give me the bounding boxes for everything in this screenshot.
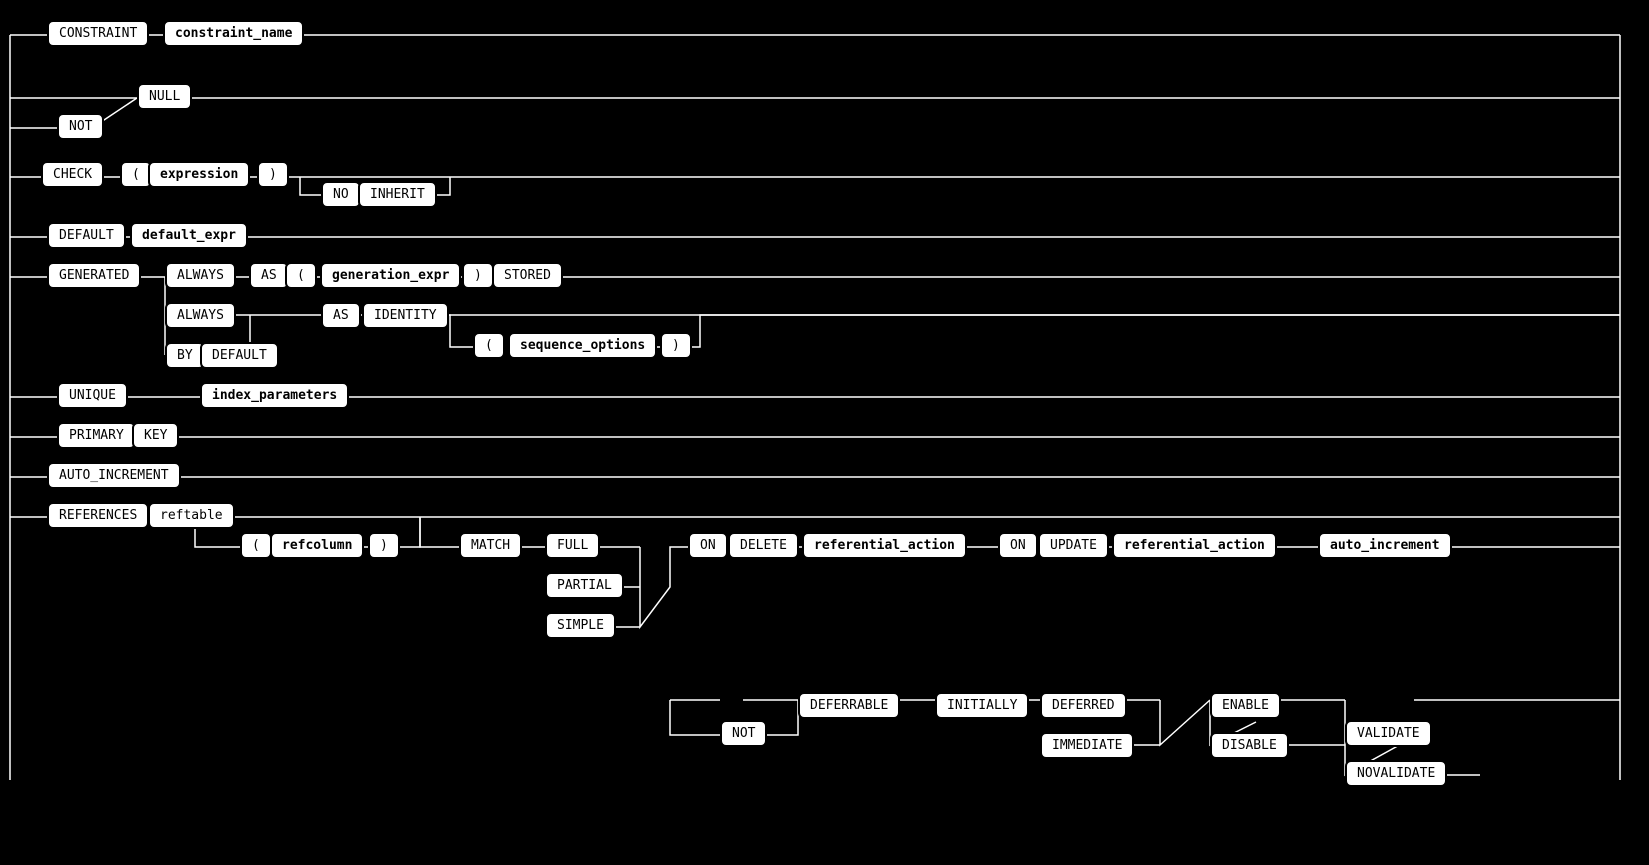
node-null: NULL	[137, 83, 192, 110]
node-full: FULL	[545, 532, 600, 559]
node-on2: ON	[998, 532, 1038, 559]
node-stored: STORED	[492, 262, 563, 289]
node-check: CHECK	[41, 161, 104, 188]
node-referential_action2: referential_action	[1112, 532, 1277, 559]
node-identity: IDENTITY	[362, 302, 449, 329]
node-auto_increment: auto_increment	[1318, 532, 1452, 559]
node-index_parameters: index_parameters	[200, 382, 349, 409]
node-unique: UNIQUE	[57, 382, 128, 409]
node-validate: VALIDATE	[1345, 720, 1432, 747]
node-rparen4: )	[368, 532, 400, 559]
node-constraint: CONSTRAINT	[47, 20, 149, 47]
node-not: NOT	[57, 113, 104, 140]
node-inherit: INHERIT	[358, 181, 437, 208]
node-auto_increment: AUTO_INCREMENT	[47, 462, 181, 489]
node-as1: AS	[249, 262, 289, 289]
node-by: BY	[165, 342, 205, 369]
syntax-diagram: CONSTRAINT constraint_name NULL NOT CHECK ( ex…	[0, 0, 1649, 865]
node-constraint_name: constraint_name	[163, 20, 304, 47]
node-lparen3: (	[473, 332, 505, 359]
node-immediate: IMMEDIATE	[1040, 732, 1134, 759]
node-expression: expression	[148, 161, 250, 188]
node-generated: GENERATED	[47, 262, 141, 289]
node-disable: DISABLE	[1210, 732, 1289, 759]
node-no: NO	[321, 181, 361, 208]
node-always2: ALWAYS	[165, 302, 236, 329]
node-not2: NOT	[720, 720, 767, 747]
node-as2: AS	[321, 302, 361, 329]
node-references: REFERENCES	[47, 502, 149, 529]
node-generation_expr: generation_expr	[320, 262, 461, 289]
node-partial: PARTIAL	[545, 572, 624, 599]
node-lparen2: (	[285, 262, 317, 289]
node-default_expr: default_expr	[130, 222, 248, 249]
node-deferrable: DEFERRABLE	[798, 692, 900, 719]
node-enable: ENABLE	[1210, 692, 1281, 719]
node-lparen4: (	[240, 532, 272, 559]
node-on1: ON	[688, 532, 728, 559]
node-deferred: DEFERRED	[1040, 692, 1127, 719]
node-primary: PRIMARY	[57, 422, 136, 449]
node-delete: DELETE	[728, 532, 799, 559]
node-initially: INITIALLY	[935, 692, 1029, 719]
node-always1: ALWAYS	[165, 262, 236, 289]
node-match: MATCH	[459, 532, 522, 559]
node-rparen1: )	[257, 161, 289, 188]
node-default2: DEFAULT	[200, 342, 279, 369]
node-rparen2: )	[462, 262, 494, 289]
node-sequence_options: sequence_options	[508, 332, 657, 359]
node-referential_action1: referential_action	[802, 532, 967, 559]
node-novalidate: NOVALIDATE	[1345, 760, 1447, 787]
node-default: DEFAULT	[47, 222, 126, 249]
node-update: UPDATE	[1038, 532, 1109, 559]
node-simple: SIMPLE	[545, 612, 616, 639]
node-key: KEY	[132, 422, 179, 449]
node-rparen3: )	[660, 332, 692, 359]
node-reftable: reftable	[148, 502, 235, 529]
node-refcolumn: refcolumn	[270, 532, 364, 559]
